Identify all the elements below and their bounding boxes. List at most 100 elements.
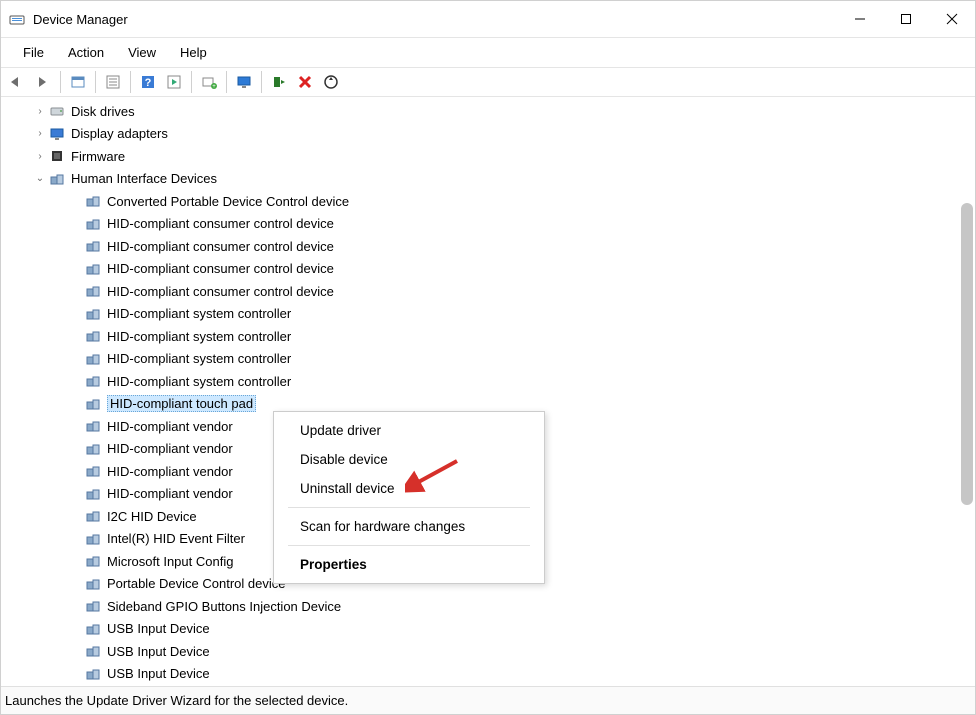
hid-icon — [85, 598, 101, 614]
tree-label: HID-compliant consumer control device — [107, 261, 334, 276]
scrollbar[interactable] — [961, 203, 973, 505]
monitor-icon — [49, 126, 65, 142]
tree-category[interactable]: › Firmware — [11, 145, 975, 168]
tree-label: Display adapters — [71, 126, 168, 141]
tree-category[interactable]: ⌄ Human Interface Devices — [11, 168, 975, 191]
tree-device[interactable]: USB Input Device — [11, 640, 975, 663]
tree-label: HID-compliant consumer control device — [107, 216, 334, 231]
tree-device[interactable]: HID-compliant consumer control device — [11, 213, 975, 236]
ctx-properties[interactable]: Properties — [274, 550, 544, 579]
expander-icon[interactable]: › — [33, 127, 47, 141]
hid-icon — [85, 666, 101, 682]
chip-icon — [49, 148, 65, 164]
tree-label: HID-compliant vendor — [107, 486, 233, 501]
minimize-button[interactable] — [837, 1, 883, 37]
expander-icon[interactable]: › — [33, 149, 47, 163]
tree-label: HID-compliant vendor — [107, 464, 233, 479]
enable-button[interactable] — [267, 70, 291, 94]
tree-label: Firmware — [71, 149, 125, 164]
tree-category[interactable]: › Display adapters — [11, 123, 975, 146]
status-bar: Launches the Update Driver Wizard for th… — [1, 686, 975, 714]
tree-label: HID-compliant system controller — [107, 306, 291, 321]
properties-button[interactable] — [101, 70, 125, 94]
close-button[interactable] — [929, 1, 975, 37]
help-button[interactable]: ? — [136, 70, 160, 94]
menu-view[interactable]: View — [116, 41, 168, 64]
ctx-scan[interactable]: Scan for hardware changes — [274, 512, 544, 541]
tree-label: HID-compliant system controller — [107, 351, 291, 366]
tree-label: Microsoft Input Config — [107, 554, 233, 569]
hid-icon — [85, 283, 101, 299]
hid-icon — [85, 508, 101, 524]
tree-device[interactable]: Sideband GPIO Buttons Injection Device — [11, 595, 975, 618]
tree-category[interactable]: › Disk drives — [11, 100, 975, 123]
hid-icon — [85, 238, 101, 254]
tree-device[interactable]: HID-compliant system controller — [11, 370, 975, 393]
hid-icon — [85, 216, 101, 232]
device-tree[interactable]: › Disk drives › Display adapters › Firmware ⌄ H… — [1, 98, 975, 685]
back-button[interactable] — [5, 70, 29, 94]
show-hidden-button[interactable] — [66, 70, 90, 94]
hid-icon — [85, 643, 101, 659]
hid-icon — [85, 621, 101, 637]
context-menu: Update driver Disable device Uninstall d… — [273, 411, 545, 584]
menu-action[interactable]: Action — [56, 41, 116, 64]
hid-icon — [85, 553, 101, 569]
hid-icon — [85, 463, 101, 479]
tree-label: Disk drives — [71, 104, 135, 119]
tree-device[interactable]: Converted Portable Device Control device — [11, 190, 975, 213]
menu-bar: File Action View Help — [1, 37, 975, 67]
tree-label: HID-compliant consumer control device — [107, 239, 334, 254]
update-driver-button[interactable]: + — [197, 70, 221, 94]
scan-button[interactable] — [319, 70, 343, 94]
svg-text:?: ? — [145, 77, 152, 89]
tree-device[interactable]: HID-compliant system controller — [11, 303, 975, 326]
hid-icon — [85, 576, 101, 592]
tree-label: USB Input Device — [107, 621, 210, 636]
tree-device[interactable]: HID-compliant consumer control device — [11, 235, 975, 258]
monitor-button[interactable] — [232, 70, 256, 94]
toggle-button[interactable] — [162, 70, 186, 94]
hid-icon — [85, 396, 101, 412]
title-bar: Device Manager — [1, 1, 975, 37]
tree-device[interactable]: HID-compliant system controller — [11, 325, 975, 348]
tree-label: Converted Portable Device Control device — [107, 194, 349, 209]
tree-label: Human Interface Devices — [71, 171, 217, 186]
tree-device[interactable]: HID-compliant system controller — [11, 348, 975, 371]
ctx-uninstall[interactable]: Uninstall device — [274, 474, 544, 503]
ctx-separator — [288, 545, 530, 546]
ctx-disable-device[interactable]: Disable device — [274, 445, 544, 474]
hid-icon — [85, 351, 101, 367]
tree-label: USB Input Device — [107, 644, 210, 659]
tree-label: HID-compliant vendor — [107, 441, 233, 456]
maximize-button[interactable] — [883, 1, 929, 37]
window-title: Device Manager — [33, 12, 128, 27]
tree-device[interactable]: USB Input Device — [11, 663, 975, 686]
hid-icon — [85, 441, 101, 457]
hid-icon — [85, 486, 101, 502]
tree-label: Sideband GPIO Buttons Injection Device — [107, 599, 341, 614]
menu-help[interactable]: Help — [168, 41, 219, 64]
device-tree-panel: › Disk drives › Display adapters › Firmware ⌄ H… — [1, 98, 975, 686]
tree-device[interactable]: HID-compliant consumer control device — [11, 258, 975, 281]
hid-icon — [85, 193, 101, 209]
ctx-separator — [288, 507, 530, 508]
tree-label: HID-compliant touch pad — [107, 395, 256, 412]
uninstall-button[interactable] — [293, 70, 317, 94]
tree-device[interactable]: USB Input Device — [11, 618, 975, 641]
hid-icon — [85, 306, 101, 322]
hid-icon — [85, 418, 101, 434]
tree-device[interactable]: HID-compliant consumer control device — [11, 280, 975, 303]
disk-icon — [49, 103, 65, 119]
tree-label: HID-compliant vendor — [107, 419, 233, 434]
expander-icon[interactable]: › — [33, 104, 47, 118]
menu-file[interactable]: File — [11, 41, 56, 64]
tree-label: HID-compliant consumer control device — [107, 284, 334, 299]
forward-button[interactable] — [31, 70, 55, 94]
status-text: Launches the Update Driver Wizard for th… — [5, 693, 348, 708]
svg-text:+: + — [212, 84, 216, 90]
expander-icon[interactable]: ⌄ — [33, 172, 47, 186]
hid-icon — [85, 531, 101, 547]
ctx-update-driver[interactable]: Update driver — [274, 416, 544, 445]
hid-icon — [85, 261, 101, 277]
